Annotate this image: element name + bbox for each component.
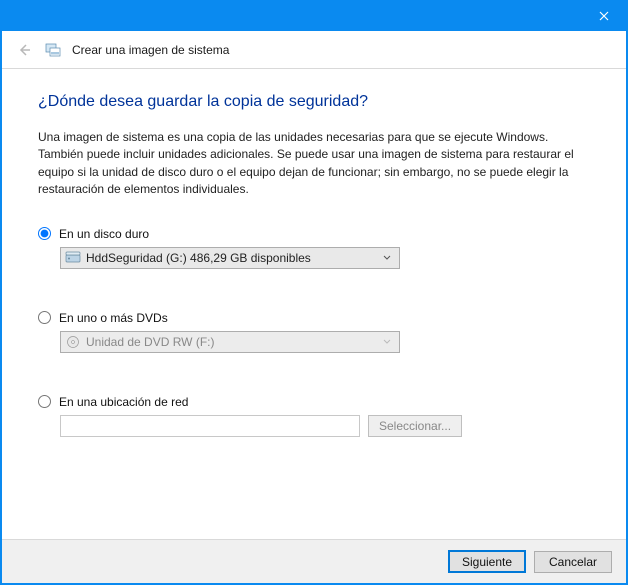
dvd-drive-value: Unidad de DVD RW (F:) (86, 335, 378, 349)
chevron-down-icon (378, 332, 395, 352)
option-hdd-group: En un disco duro HddSeguridad (G:) 486,2… (38, 227, 594, 269)
option-hdd-row[interactable]: En un disco duro (38, 227, 594, 241)
network-path-input (60, 415, 360, 437)
chevron-down-icon (378, 248, 395, 268)
page-question: ¿Dónde desea guardar la copia de segurid… (38, 93, 594, 111)
wizard-window: Crear una imagen de sistema ¿Dónde desea… (0, 0, 628, 585)
option-dvd-label: En uno o más DVDs (59, 311, 168, 325)
option-network-group: En una ubicación de red Seleccionar... (38, 395, 594, 437)
next-button[interactable]: Siguiente (448, 550, 526, 573)
footer-bar: Siguiente Cancelar (2, 539, 626, 583)
dvd-drive-icon (65, 335, 81, 349)
back-arrow-icon (16, 42, 32, 58)
page-description: Una imagen de sistema es una copia de la… (38, 129, 594, 199)
system-image-icon (45, 42, 61, 58)
header-row: Crear una imagen de sistema (2, 31, 626, 69)
hdd-drive-select[interactable]: HddSeguridad (G:) 486,29 GB disponibles (60, 247, 400, 269)
back-button[interactable] (14, 40, 34, 60)
dvd-drive-select: Unidad de DVD RW (F:) (60, 331, 400, 353)
close-icon (599, 11, 609, 21)
option-network-radio[interactable] (38, 395, 51, 408)
cancel-button[interactable]: Cancelar (534, 551, 612, 573)
option-network-row[interactable]: En una ubicación de red (38, 395, 594, 409)
option-hdd-radio[interactable] (38, 227, 51, 240)
hard-drive-icon (65, 251, 81, 265)
browse-button: Seleccionar... (368, 415, 462, 437)
hdd-drive-value: HddSeguridad (G:) 486,29 GB disponibles (86, 251, 378, 265)
option-dvd-row[interactable]: En uno o más DVDs (38, 311, 594, 325)
option-dvd-radio[interactable] (38, 311, 51, 324)
titlebar (2, 2, 626, 31)
option-dvd-group: En uno o más DVDs Unidad de DVD RW (F:) (38, 311, 594, 353)
option-network-label: En una ubicación de red (59, 395, 188, 409)
header-title: Crear una imagen de sistema (72, 43, 229, 57)
close-button[interactable] (581, 2, 626, 30)
option-hdd-label: En un disco duro (59, 227, 149, 241)
content-area: ¿Dónde desea guardar la copia de segurid… (2, 69, 626, 447)
